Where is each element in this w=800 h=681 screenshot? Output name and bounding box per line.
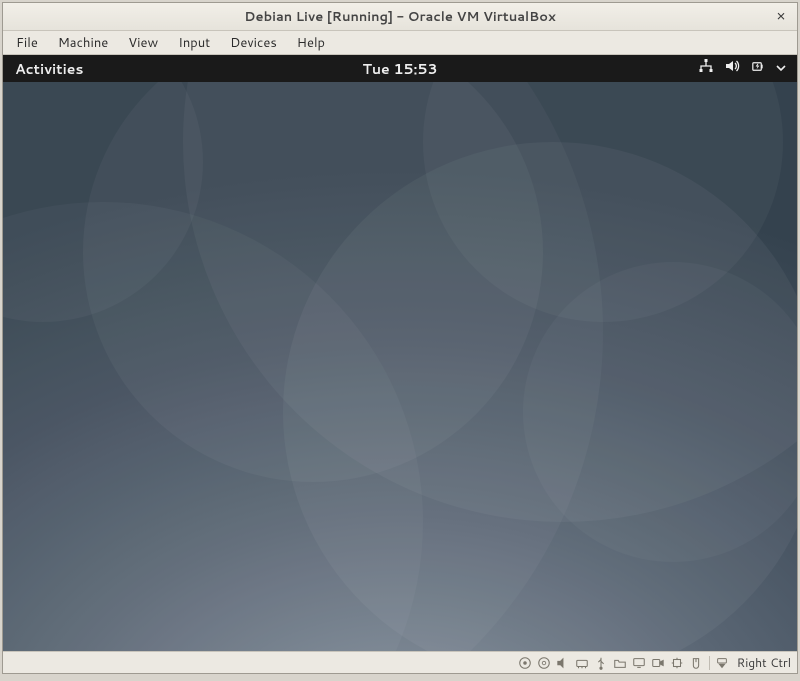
activities-button[interactable]: Activities: [9, 59, 89, 79]
network-adapter-icon[interactable]: [574, 655, 590, 671]
statusbar-separator: [709, 656, 710, 670]
menubar: File Machine View Input Devices Help: [3, 31, 797, 55]
menu-view[interactable]: View: [119, 31, 167, 55]
chevron-down-icon: [775, 59, 787, 79]
cpu-icon[interactable]: [669, 655, 685, 671]
system-status-area[interactable]: [694, 58, 791, 79]
guest-display[interactable]: Activities Tue 15:53: [3, 55, 797, 651]
menu-devices[interactable]: Devices: [221, 31, 286, 55]
volume-icon: [724, 58, 740, 79]
close-icon[interactable]: ×: [773, 9, 789, 25]
harddisk-icon[interactable]: [517, 655, 533, 671]
host-key-label: Right Ctrl: [737, 654, 791, 671]
vbox-window: Debian Live [Running] - Oracle VM Virtua…: [2, 2, 798, 674]
menu-file[interactable]: File: [7, 31, 47, 55]
optical-icon[interactable]: [536, 655, 552, 671]
menu-input[interactable]: Input: [169, 31, 219, 55]
vbox-statusbar: Right Ctrl: [3, 651, 797, 673]
desktop-wallpaper[interactable]: [3, 82, 797, 651]
mouse-integration-icon[interactable]: [688, 655, 704, 671]
network-icon: [698, 58, 714, 79]
keyboard-icon[interactable]: [715, 656, 729, 670]
clock-area: Tue 15:53: [3, 59, 797, 79]
shared-folders-icon[interactable]: [612, 655, 628, 671]
recording-icon[interactable]: [650, 655, 666, 671]
window-title: Debian Live [Running] - Oracle VM Virtua…: [244, 8, 555, 26]
clock-button[interactable]: Tue 15:53: [363, 59, 438, 79]
audio-icon[interactable]: [555, 655, 571, 671]
power-icon: [750, 59, 765, 79]
display-icon[interactable]: [631, 655, 647, 671]
titlebar[interactable]: Debian Live [Running] - Oracle VM Virtua…: [3, 3, 797, 31]
menu-help[interactable]: Help: [288, 31, 334, 55]
usb-icon[interactable]: [593, 655, 609, 671]
menu-machine[interactable]: Machine: [49, 31, 117, 55]
gnome-topbar: Activities Tue 15:53: [3, 55, 797, 82]
